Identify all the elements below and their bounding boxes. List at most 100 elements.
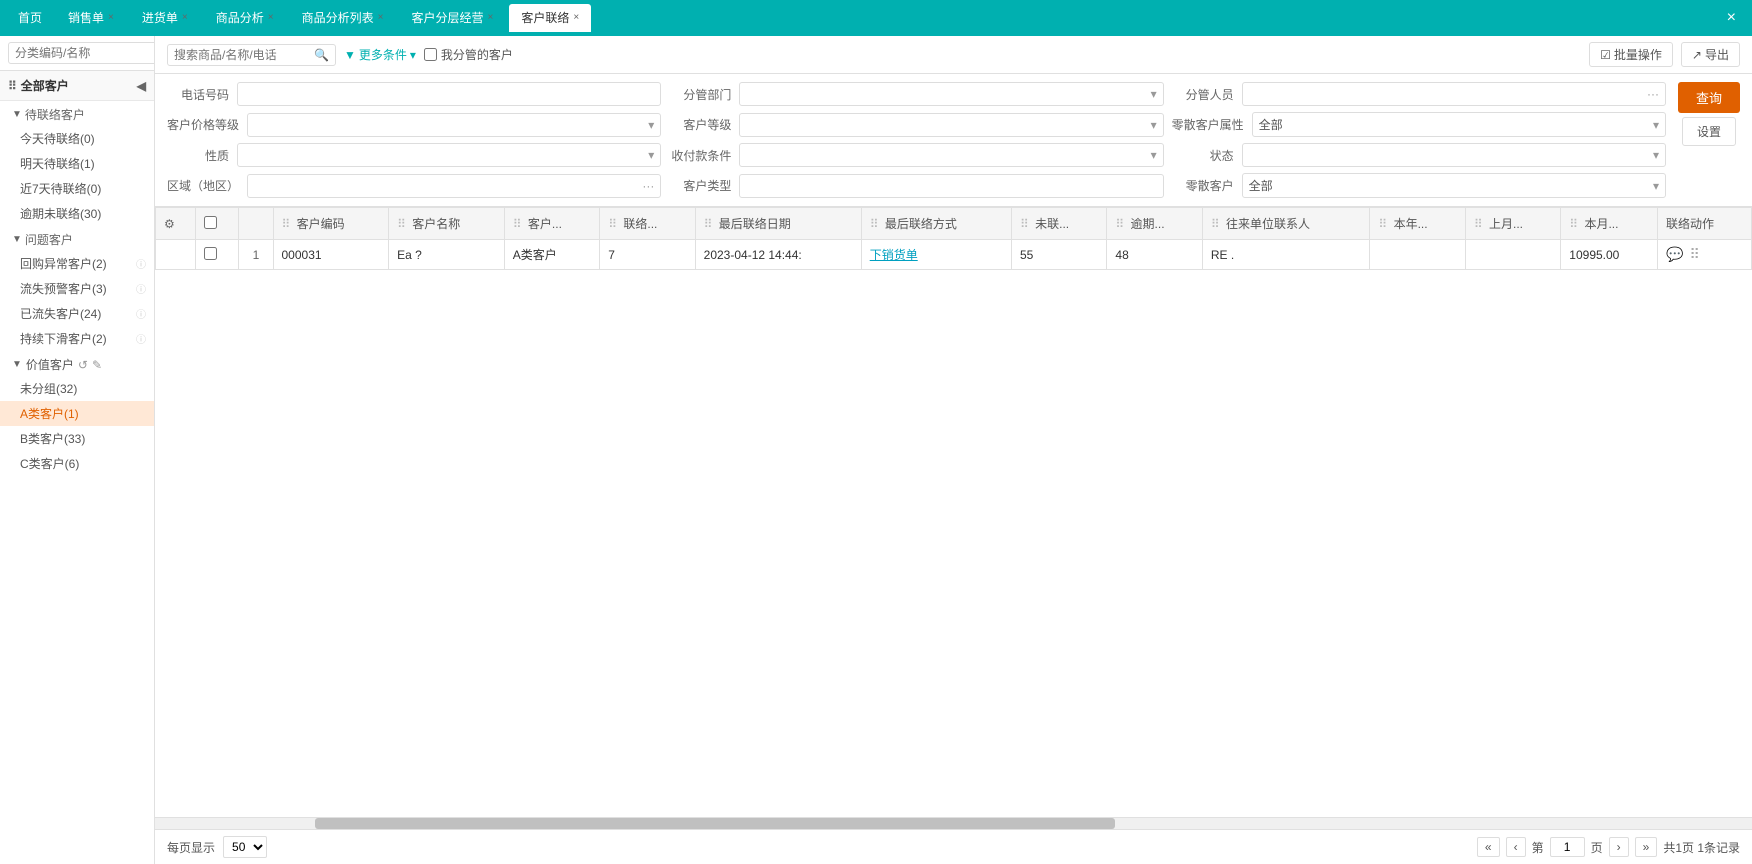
problem-customers-group[interactable]: ▼ 问题客户 [0,226,154,251]
chat-action-icon[interactable]: 💬 [1666,246,1683,263]
scatter-attr-select[interactable]: 全部▾ [1252,112,1666,137]
row-last-method[interactable]: 下销货单 [861,240,1011,270]
row-code[interactable]: 000031 [273,240,389,270]
nav-tab-sales[interactable]: 销售单 × [56,4,126,32]
per-page-select[interactable]: 50 [223,836,267,858]
sidebar-churn-warning[interactable]: 流失预警客户(3) ⓘ [0,276,154,301]
sidebar-repeat-abnormal[interactable]: 回购异常客户(2) ⓘ [0,251,154,276]
edit-icon[interactable]: ✎ [92,358,102,372]
query-btn[interactable]: 查询 [1678,82,1740,113]
row-name[interactable]: Ea ? [389,240,505,270]
close-analysis-tab[interactable]: × [268,4,274,32]
region-field: 区域（地区） ··· [167,174,661,198]
settings-btn[interactable]: 设置 [1682,117,1736,146]
close-analysis-list-tab[interactable]: × [378,4,384,32]
close-purchase-tab[interactable]: × [182,4,188,32]
sidebar-overdue-contact[interactable]: 逾期未联络(30) [0,201,154,226]
last-month-col-header[interactable]: ⠿ 上月... [1465,208,1560,240]
col-resize-icon: ⠿ [704,217,713,231]
sidebar-b-class[interactable]: B类客户(33) [0,426,154,451]
nav-home[interactable]: 首页 [8,4,52,32]
sidebar-search-input[interactable] [8,42,155,64]
sidebar-today-contact[interactable]: 今天待联络(0) [0,126,154,151]
page-number-input[interactable] [1550,837,1585,857]
this-year-col-header[interactable]: ⠿ 本年... [1370,208,1465,240]
price-level-field: 客户价格等级 ▾ [167,113,661,137]
table-area: ⚙ ⠿ 客户编码 ⠿ 客户名称 ⠿ 客户... [155,207,1752,817]
row-checkbox[interactable] [196,240,239,270]
prev-page-btn[interactable]: ‹ [1506,837,1526,857]
sidebar-a-class[interactable]: A类客户(1) [0,401,154,426]
nav-tab-analysis-list[interactable]: 商品分析列表 × [290,4,396,32]
select-all-checkbox[interactable] [204,216,217,229]
filter-search-box: 🔍 [167,44,336,66]
name-col-header[interactable]: ⠿ 客户名称 [389,208,505,240]
col-resize-icon: ⠿ [1115,217,1124,231]
row-contact: 7 [600,240,695,270]
last-method-col-header[interactable]: ⠿ 最后联络方式 [861,208,1011,240]
no-contact-col-header[interactable]: ⠿ 未联... [1011,208,1106,240]
col-resize-icon: ⠿ [397,217,406,231]
sidebar-ungrouped[interactable]: 未分组(32) [0,376,154,401]
col-resize-icon: ⠿ [1211,217,1220,231]
unit-contact-col-header[interactable]: ⠿ 往来单位联系人 [1202,208,1370,240]
scrollbar-thumb[interactable] [315,818,1115,829]
sidebar-c-class[interactable]: C类客户(6) [0,451,154,476]
scatter-select[interactable]: 全部▾ [1242,173,1666,198]
sidebar-tomorrow-contact[interactable]: 明天待联络(1) [0,151,154,176]
filter-search-input[interactable] [174,48,314,62]
all-customers-header[interactable]: ⠿ 全部客户 ◀ [0,71,154,101]
dept-select[interactable]: ▾ [739,82,1163,106]
filter-icon: ▼ [344,48,356,62]
checkbox-col-header[interactable] [196,208,239,240]
close-sales-tab[interactable]: × [108,4,114,32]
sidebar-7day-contact[interactable]: 近7天待联络(0) [0,176,154,201]
batch-op-btn[interactable]: ☑ 批量操作 [1589,42,1673,67]
type-col-header[interactable]: ⠿ 客户... [504,208,599,240]
value-customers-group[interactable]: ▼ 价值客户 ↺ ✎ [0,351,154,376]
code-col-header[interactable]: ⠿ 客户编码 [273,208,389,240]
refresh-icon[interactable]: ↺ [78,358,88,372]
manager-select[interactable]: ··· [1242,82,1666,106]
index-col-header [239,208,273,240]
export-btn[interactable]: ↗ 导出 [1681,42,1740,67]
sidebar-collapse-btn[interactable]: ◀ [137,79,146,93]
close-customer-layer-tab[interactable]: × [487,4,493,32]
row-select-checkbox[interactable] [204,247,217,260]
overdue-col-header[interactable]: ⠿ 逾期... [1107,208,1202,240]
phone-field: 电话号码 [167,82,661,106]
customer-type-input[interactable] [739,174,1163,198]
more-filters-btn[interactable]: ▼ 更多条件 ▾ [344,46,416,63]
pending-contact-group[interactable]: ▼ 待联络客户 [0,101,154,126]
gear-col-header[interactable]: ⚙ [156,208,196,240]
filter-search-icon[interactable]: 🔍 [314,48,329,62]
this-month-col-header[interactable]: ⠿ 本月... [1561,208,1658,240]
close-customer-contact-tab[interactable]: × [573,4,579,32]
my-customers-checkbox[interactable] [424,48,437,61]
horizontal-scrollbar[interactable] [155,817,1752,829]
nature-select[interactable]: ▾ [237,143,661,167]
sidebar-churned[interactable]: 已流失客户(24) ⓘ [0,301,154,326]
info-icon-2: ⓘ [136,306,146,321]
contact-col-header[interactable]: ⠿ 联络... [600,208,695,240]
close-all-btn[interactable]: × [1719,9,1744,27]
table-row: 1 000031 Ea ? A类客户 7 2023-04-12 14:44: 下… [156,240,1752,270]
customer-level-select[interactable]: ▾ [739,113,1163,137]
manager-field: 分管人员 ··· [1172,82,1666,106]
customer-level-field: 客户等级 ▾ [669,113,1163,137]
last-page-btn[interactable]: » [1635,837,1658,857]
qr-action-icon[interactable]: ⠿ [1689,246,1699,263]
nav-tab-customer-layer[interactable]: 客户分层经营 × [399,4,505,32]
phone-input[interactable] [237,82,661,106]
nav-tab-customer-contact[interactable]: 客户联络 × [509,4,591,32]
next-page-btn[interactable]: › [1609,837,1629,857]
first-page-btn[interactable]: « [1477,837,1500,857]
payment-select[interactable]: ▾ [739,143,1163,167]
nav-tab-analysis[interactable]: 商品分析 × [204,4,286,32]
last-date-col-header[interactable]: ⠿ 最后联络日期 [695,208,861,240]
region-select[interactable]: ··· [247,174,661,198]
nav-tab-purchase[interactable]: 进货单 × [130,4,200,32]
price-level-select[interactable]: ▾ [247,113,661,137]
status-select[interactable]: ▾ [1242,143,1666,167]
sidebar-declining[interactable]: 持续下滑客户(2) ⓘ [0,326,154,351]
